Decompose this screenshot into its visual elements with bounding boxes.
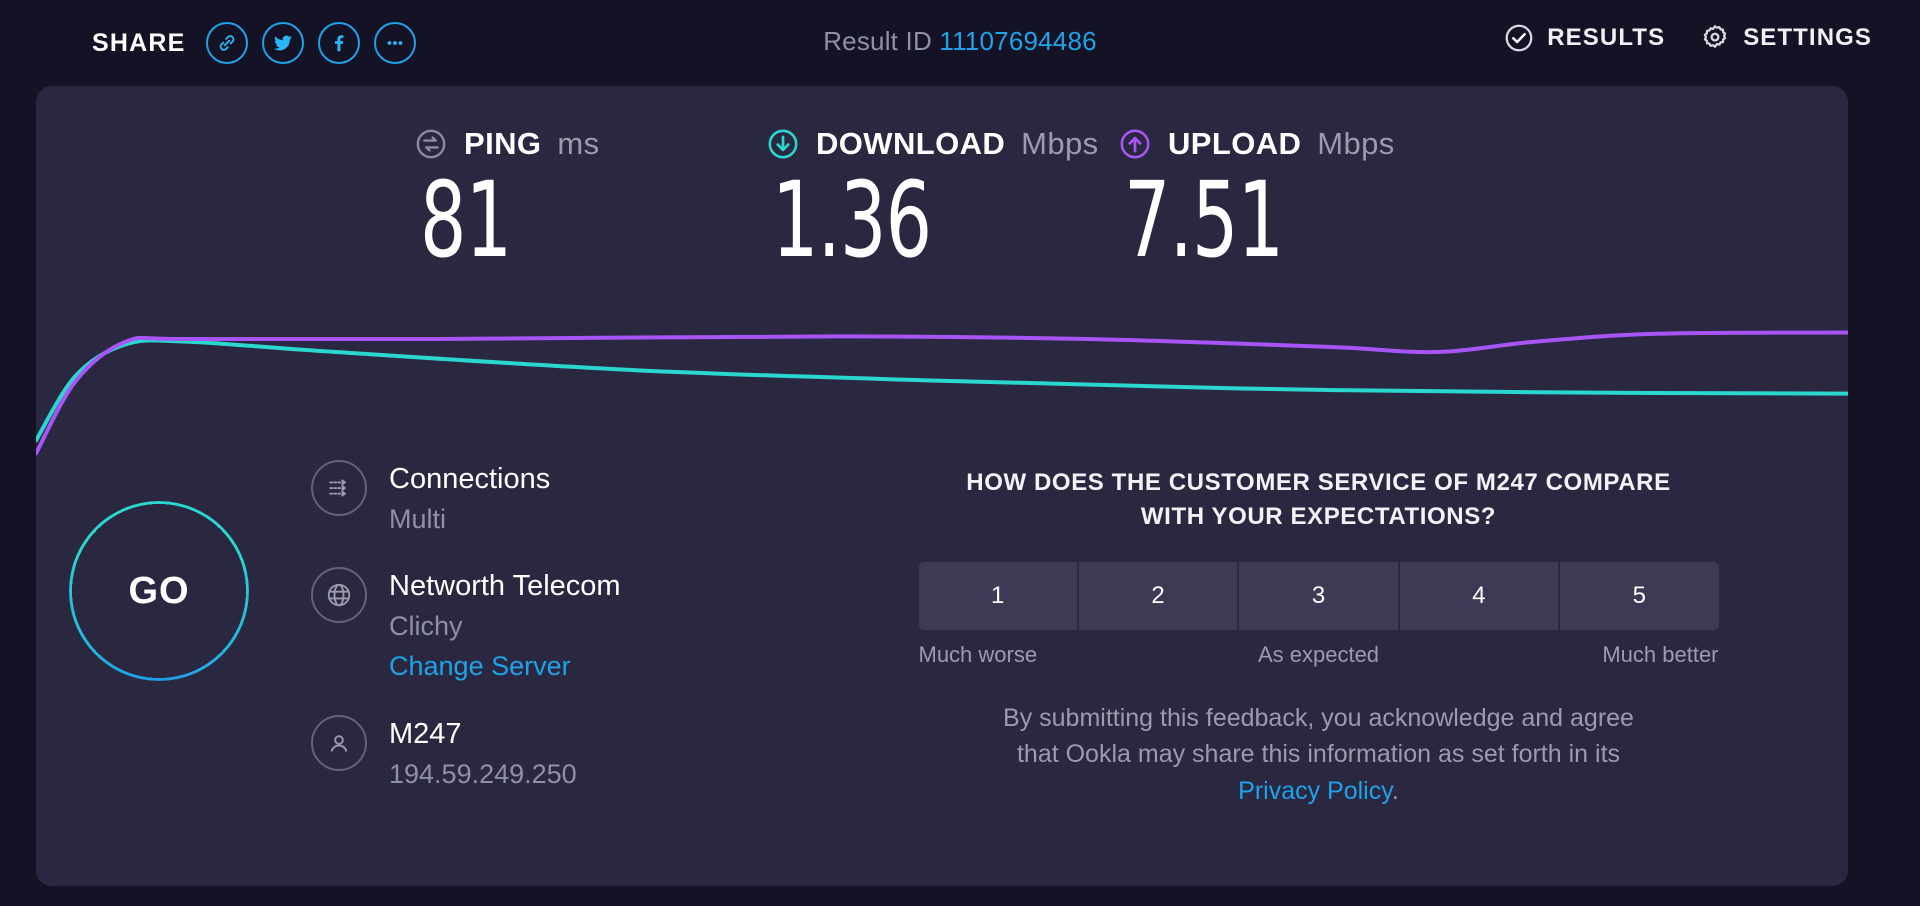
settings-label: SETTINGS <box>1743 24 1872 51</box>
check-circle-icon <box>1505 24 1533 52</box>
top-actions: RESULTS SETTINGS <box>1503 22 1872 54</box>
go-button-label: GO <box>128 569 190 612</box>
lower-section: GO Connections Multi Networth Telecom Cl… <box>36 456 1848 886</box>
settings-button[interactable]: SETTINGS <box>1699 22 1872 54</box>
survey: HOW DOES THE CUSTOMER SERVICE OF M247 CO… <box>826 466 1811 809</box>
scale-mid-label: As expected <box>1257 642 1380 668</box>
metric-ping-value: 81 <box>420 159 512 281</box>
disclaimer-line1: By submitting this feedback, you acknowl… <box>1003 704 1634 733</box>
connection-info: Connections Multi Networth Telecom Clich… <box>311 456 621 818</box>
go-button-wrap: GO <box>69 501 249 681</box>
privacy-policy-link[interactable]: Privacy Policy <box>1238 777 1392 805</box>
result-panel: PING ms 81 DOWNLOAD Mbps 1.36 UPLOAD Mbp… <box>36 86 1848 886</box>
metric-download-unit: Mbps <box>1021 126 1099 161</box>
rating-button-3[interactable]: 3 <box>1239 562 1400 631</box>
metric-ping: PING ms 81 <box>414 126 766 272</box>
person-icon <box>311 714 367 771</box>
rating-scale: 1 2 3 4 5 <box>918 562 1719 631</box>
metric-ping-unit: ms <box>557 126 600 161</box>
metrics-row: PING ms 81 DOWNLOAD Mbps 1.36 UPLOAD Mbp… <box>36 126 1848 272</box>
disclaimer-period: . <box>1391 776 1399 805</box>
connections-value: Multi <box>389 504 447 535</box>
metric-upload-head: UPLOAD Mbps <box>1118 126 1470 162</box>
metric-upload: UPLOAD Mbps 7.51 <box>1118 126 1470 272</box>
ping-icon <box>416 129 446 159</box>
upload-icon <box>1120 129 1150 159</box>
server-city: Clichy <box>389 611 463 642</box>
rating-scale-labels: Much worse As expected Much better <box>919 642 1719 668</box>
survey-question-line2: WITH YOUR EXPECTATIONS? <box>1140 503 1497 531</box>
result-id-value[interactable]: 11107694486 <box>939 26 1096 56</box>
scale-high-label: Much better <box>1602 642 1719 668</box>
survey-question-line1: HOW DOES THE CUSTOMER SERVICE OF M247 CO… <box>966 469 1671 496</box>
metric-upload-value: 7.51 <box>1124 159 1284 281</box>
isp-name: M247 <box>389 717 462 750</box>
metric-download-head: DOWNLOAD Mbps <box>766 126 1118 162</box>
go-button[interactable]: GO <box>69 501 249 681</box>
ip-address: 194.59.249.250 <box>389 758 577 789</box>
metric-upload-title: UPLOAD <box>1168 126 1302 161</box>
survey-question: HOW DOES THE CUSTOMER SERVICE OF M247 CO… <box>826 466 1811 534</box>
scale-low-label: Much worse <box>918 642 1038 668</box>
results-button[interactable]: RESULTS <box>1503 22 1665 54</box>
connections-label: Connections <box>389 463 551 495</box>
change-server-link[interactable]: Change Server <box>389 646 571 687</box>
metric-download-value: 1.36 <box>772 159 932 281</box>
connection-row-connections: Connections Multi <box>311 456 621 539</box>
connection-row-server: Networth Telecom Clichy Change Server <box>311 563 621 687</box>
disclaimer-line2: that Ookla may share this information as… <box>1016 740 1621 769</box>
metric-ping-head: PING ms <box>414 126 766 162</box>
metric-upload-unit: Mbps <box>1317 126 1395 161</box>
result-id-label: Result ID <box>823 26 932 56</box>
rating-button-1[interactable]: 1 <box>918 562 1079 631</box>
metric-download: DOWNLOAD Mbps 1.36 <box>766 126 1118 272</box>
server-name: Networth Telecom <box>389 570 621 603</box>
connections-icon <box>311 460 367 516</box>
survey-disclaimer: By submitting this feedback, you acknowl… <box>959 700 1679 809</box>
top-bar: SHARE Result ID 11107694486 RESULTS SETT… <box>0 0 1920 86</box>
download-series-line <box>36 338 1848 443</box>
metric-ping-title: PING <box>464 126 542 161</box>
rating-button-4[interactable]: 4 <box>1399 562 1561 631</box>
speed-graph <box>36 326 1848 456</box>
results-label: RESULTS <box>1547 24 1666 51</box>
rating-button-2[interactable]: 2 <box>1078 562 1240 631</box>
connection-row-isp: M247 194.59.249.250 <box>311 711 621 794</box>
rating-button-5[interactable]: 5 <box>1560 562 1719 631</box>
download-icon <box>768 129 798 159</box>
speedtest-app: SHARE Result ID 11107694486 RESULTS SETT… <box>0 0 1920 906</box>
gear-icon <box>1703 25 1727 48</box>
globe-icon <box>311 567 367 624</box>
speed-graph-svg <box>36 330 1848 456</box>
metric-download-title: DOWNLOAD <box>816 126 1006 161</box>
